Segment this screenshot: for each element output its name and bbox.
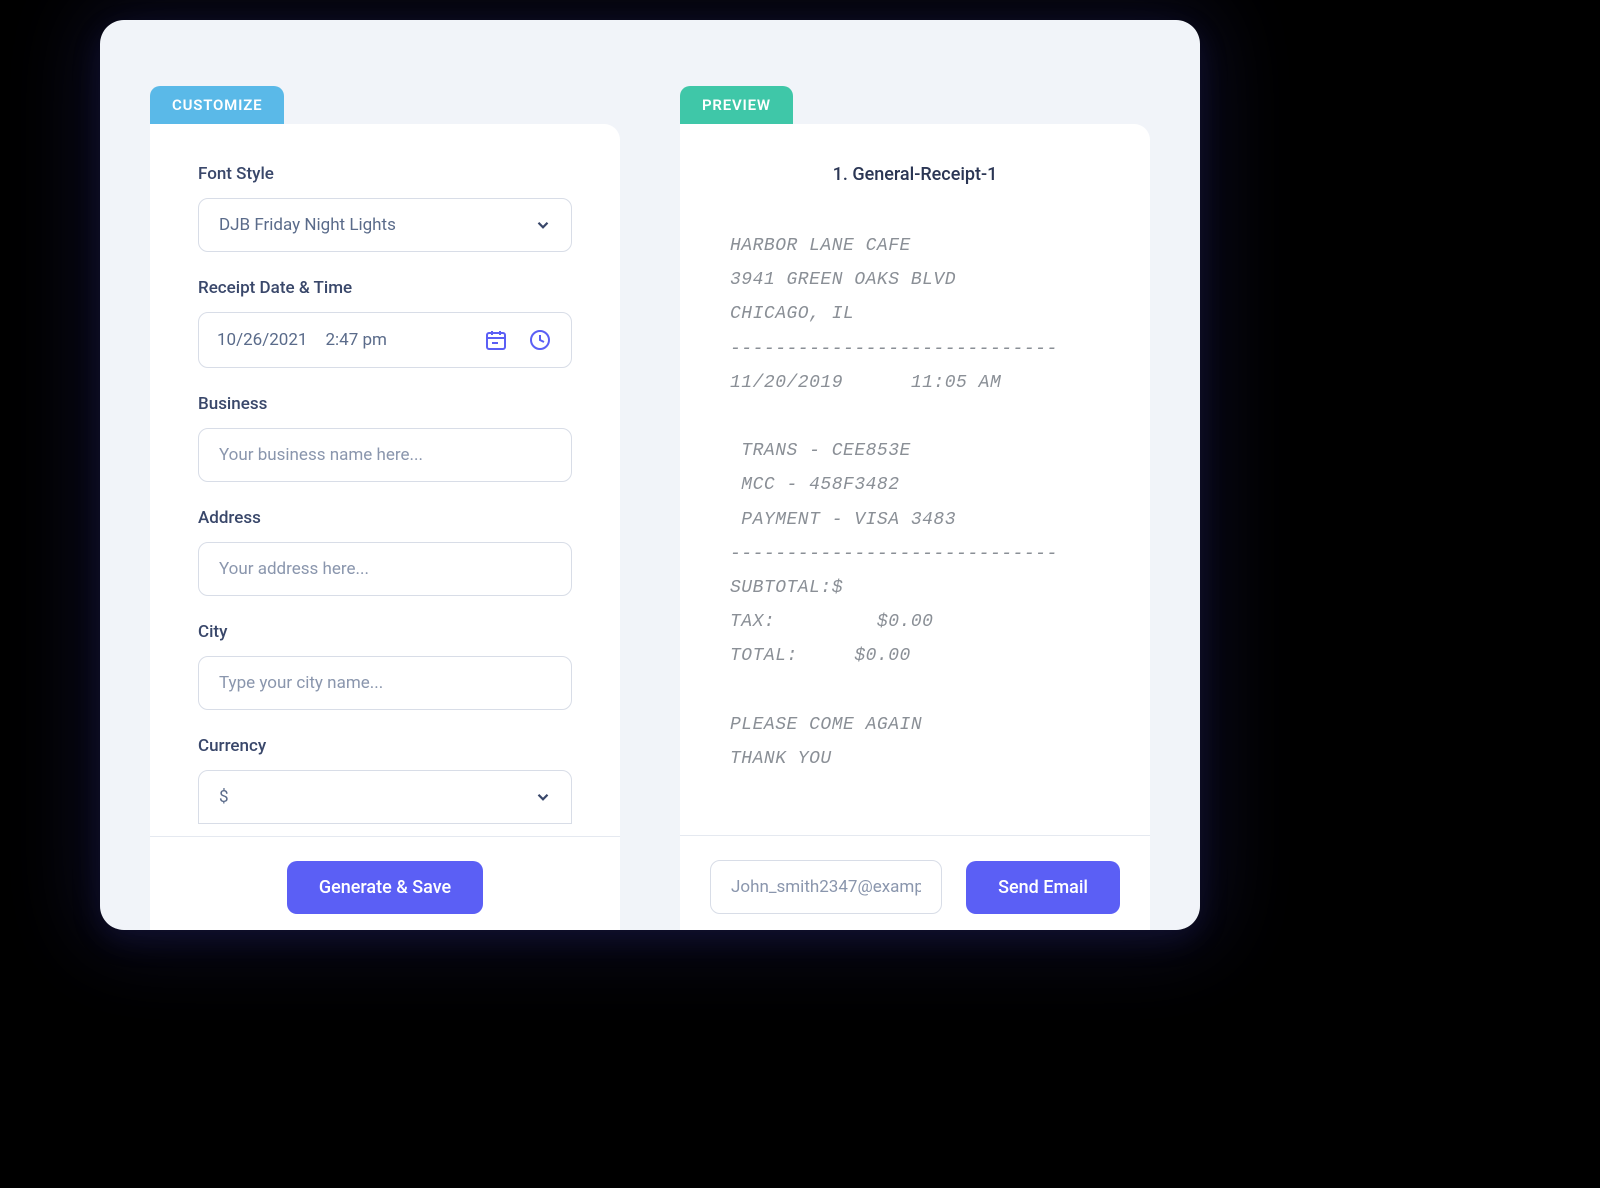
email-input[interactable] <box>710 860 942 914</box>
address-input[interactable] <box>198 542 572 596</box>
font-style-select[interactable]: DJB Friday Night Lights <box>198 198 572 252</box>
time-text: 2:47 pm <box>325 330 386 350</box>
calendar-icon[interactable] <box>483 327 509 353</box>
city-input[interactable] <box>198 656 572 710</box>
receipt-preview: HARBOR LANE CAFE 3941 GREEN OAKS BLVD CH… <box>710 229 1120 776</box>
generate-save-button[interactable]: Generate & Save <box>287 861 483 914</box>
customize-column: CUSTOMIZE Font Style DJB Friday Night Li… <box>150 20 620 930</box>
date-text: 10/26/2021 <box>217 330 307 350</box>
currency-select[interactable]: $ <box>198 770 572 824</box>
city-label: City <box>198 622 572 642</box>
clock-icon[interactable] <box>527 327 553 353</box>
datetime-label: Receipt Date & Time <box>198 278 572 298</box>
font-style-label: Font Style <box>198 164 572 184</box>
preview-title: 1. General-Receipt-1 <box>833 164 998 185</box>
preview-column: PREVIEW 1. General-Receipt-1 HARBOR LANE… <box>680 20 1150 930</box>
app-card: CUSTOMIZE Font Style DJB Friday Night Li… <box>100 20 1200 930</box>
currency-label: Currency <box>198 736 572 756</box>
address-label: Address <box>198 508 572 528</box>
send-email-button[interactable]: Send Email <box>966 861 1120 914</box>
datetime-field[interactable]: 10/26/2021 2:47 pm <box>198 312 572 368</box>
preview-tab: PREVIEW <box>680 86 793 124</box>
business-input[interactable] <box>198 428 572 482</box>
customize-tab: CUSTOMIZE <box>150 86 284 124</box>
business-label: Business <box>198 394 572 414</box>
